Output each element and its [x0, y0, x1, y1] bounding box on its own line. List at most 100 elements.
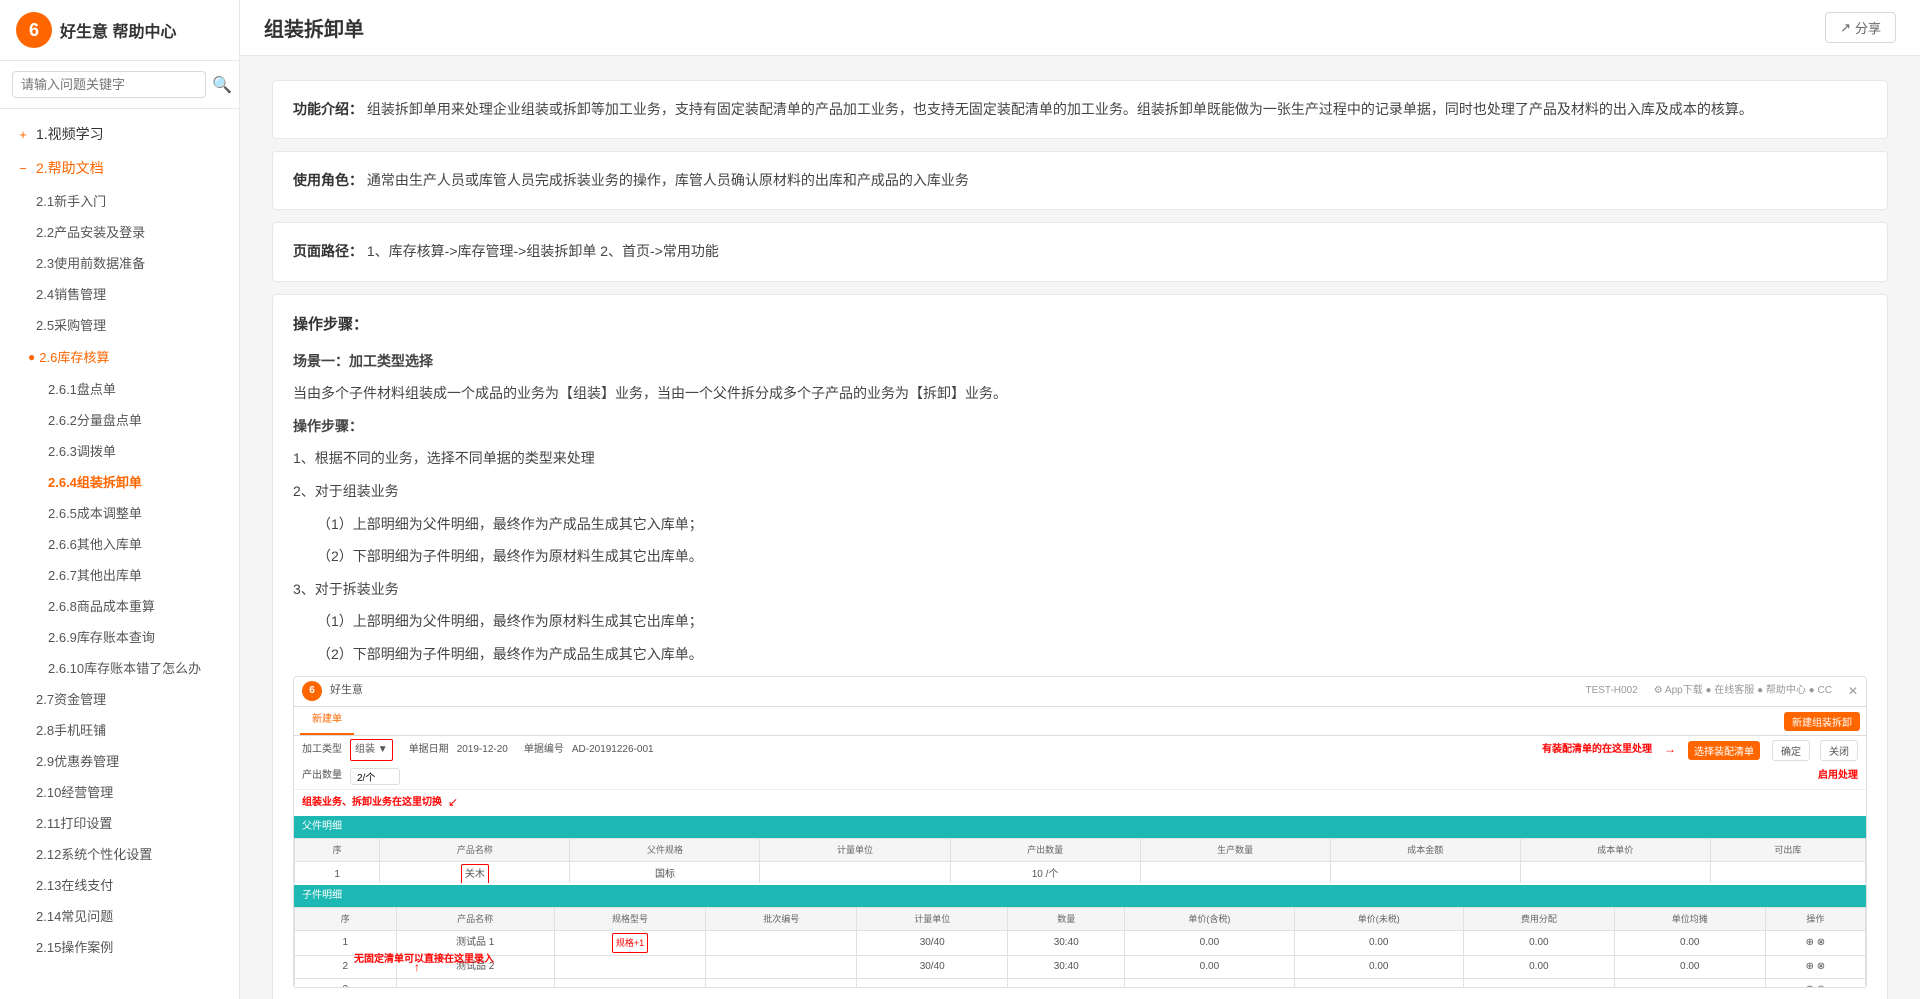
- col-qty: 数量: [1008, 907, 1125, 930]
- sim-header-id: TEST-H002: [1585, 682, 1637, 700]
- col-unit-share: 单位均摊: [1614, 907, 1765, 930]
- col-out-qty: 产出数量: [950, 838, 1140, 861]
- label: 2.6.5成本调整单: [48, 506, 142, 521]
- sidebar-item-data-prep[interactable]: 2.3使用前数据准备: [0, 247, 239, 278]
- table-row: 3⊕ ⊗: [295, 979, 1866, 987]
- func-intro-label: 功能介绍：: [293, 101, 363, 117]
- sim-parent-header: 父件明细: [294, 816, 1866, 838]
- annotation-assembly-list: 有装配清单的在这里处理: [1542, 741, 1652, 759]
- label: 2.6.4组装拆卸单: [48, 475, 142, 490]
- table-row: 1 测试品 1 规格+1 30/40 30:40 0.00 0.00 0.00: [295, 930, 1866, 955]
- annotation-no-fixed-list: 无固定清单可以直接在这里录入: [354, 951, 494, 969]
- label: 2.11打印设置: [36, 816, 112, 831]
- parent-section-label: 父件明细: [302, 818, 342, 836]
- sim-new-btn[interactable]: 新建组装拆卸: [1784, 712, 1860, 731]
- parent-table-header-row: 序 产品名称 父件规格 计量单位 产出数量 生产数量 成本金额 成本单价 可出库: [295, 838, 1866, 861]
- label: 2.9优惠券管理: [36, 754, 119, 769]
- sim-child-table-wrap: 序 产品名称 规格型号 批次编号 计量单位 数量 单价(含税) 单价(未税) 费…: [294, 907, 1866, 987]
- scene1-title-text: 场景一：加工类型选择: [293, 353, 433, 369]
- sim-parent-table-wrap: 序 产品名称 父件规格 计量单位 产出数量 生产数量 成本金额 成本单价 可出库: [294, 838, 1866, 883]
- sidebar-item-help-docs[interactable]: − 2.帮助文档: [0, 151, 239, 185]
- search-bar: 🔍: [0, 61, 239, 109]
- sidebar-item-system-config[interactable]: 2.12系统个性化设置: [0, 838, 239, 869]
- search-input[interactable]: [12, 71, 206, 98]
- share-button[interactable]: ↗ 分享: [1825, 12, 1896, 43]
- sim-qty-input[interactable]: [350, 768, 400, 785]
- sidebar-item-inventory-query[interactable]: 2.6.9库存账本查询: [0, 621, 239, 652]
- sidebar-item-purchase[interactable]: 2.5采购管理: [0, 309, 239, 340]
- share-label: 分享: [1855, 18, 1881, 37]
- sidebar-item-stocktake[interactable]: 2.6.1盘点单: [0, 373, 239, 404]
- label: 2.15操作案例: [36, 940, 113, 955]
- ops-block: 操作步骤： 场景一：加工类型选择 当由多个子件材料组装成一个成品的业务为【组装】…: [272, 294, 1888, 999]
- sim-type-input[interactable]: 组装 ▼: [350, 739, 393, 761]
- col-avail: 可出库: [1710, 838, 1865, 861]
- sim-parent-table: 序 产品名称 父件规格 计量单位 产出数量 生产数量 成本金额 成本单价 可出库: [294, 838, 1866, 883]
- sim-confirm-btn[interactable]: 确定: [1772, 740, 1810, 761]
- sidebar-item-partial-stocktake[interactable]: 2.6.2分量盘点单: [0, 404, 239, 435]
- role-block: 使用角色： 通常由生产人员或库管人员完成拆装业务的操作，库管人员确认原材料的出库…: [272, 151, 1888, 210]
- label: 2.6库存核算: [39, 347, 109, 366]
- scene1-desc: 当由多个子件材料组装成一个成品的业务为【组装】业务，当由一个父件拆分成多个子产品…: [293, 380, 1867, 407]
- step3: 3、对于拆装业务: [293, 576, 1867, 603]
- sidebar-item-finance[interactable]: 2.7资金管理: [0, 683, 239, 714]
- nav-section-1: 1.视频学习: [0, 117, 239, 151]
- sidebar-item-inventory[interactable]: ● 2.6库存核算: [0, 340, 239, 373]
- sim-number-label: 单据编号: [524, 741, 564, 759]
- cell-seq: 1: [295, 861, 380, 882]
- expand-icon-1: [16, 127, 30, 142]
- label: 2.3使用前数据准备: [36, 256, 145, 271]
- label: 2.2产品安装及登录: [36, 225, 145, 240]
- cell-avail: [1710, 861, 1865, 882]
- sidebar-item-other-out[interactable]: 2.6.7其他出库单: [0, 559, 239, 590]
- sidebar-item-faq[interactable]: 2.14常见问题: [0, 900, 239, 931]
- func-intro-text: 组装拆卸单用来处理企业组装或拆卸等加工业务，支持有固定装配清单的产品加工业务，也…: [367, 101, 1753, 117]
- sidebar-item-online-pay[interactable]: 2.13在线支付: [0, 869, 239, 900]
- ops-title: 操作步骤：: [293, 311, 1867, 338]
- annotation-switch: 组装业务、拆卸业务在这里切换: [302, 794, 442, 812]
- table-row: 2 测试品 2 30/40 30:40 0.00 0.00 0.00 0: [295, 956, 1866, 979]
- page-title: 组装拆卸单: [264, 13, 364, 42]
- sidebar-item-cases[interactable]: 2.15操作案例: [0, 931, 239, 962]
- label: 2.6.8商品成本重算: [48, 599, 155, 614]
- sim-number-val: AD-20191226-001: [572, 741, 654, 759]
- sidebar-item-coupon[interactable]: 2.9优惠券管理: [0, 745, 239, 776]
- label: 2.6.3调拨单: [48, 444, 116, 459]
- cell-unit: [760, 861, 950, 882]
- sim-cancel-btn[interactable]: 关闭: [1820, 740, 1858, 761]
- sidebar-item-install-login[interactable]: 2.2产品安装及登录: [0, 216, 239, 247]
- func-intro-block: 功能介绍： 组装拆卸单用来处理企业组装或拆卸等加工业务，支持有固定装配清单的产品…: [272, 80, 1888, 139]
- share-icon: ↗: [1840, 20, 1851, 36]
- table-row: 1 关木 国标 10 /个: [295, 861, 1866, 882]
- nav-tree: 1.视频学习 − 2.帮助文档 2.1新手入门 2.2产品安装及登录 2.3使用…: [0, 109, 239, 999]
- sidebar-item-other-in[interactable]: 2.6.6其他入库单: [0, 528, 239, 559]
- step1: 1、根据不同的业务，选择不同单据的类型来处理: [293, 445, 1867, 472]
- section-label-1: 1.视频学习: [36, 124, 104, 144]
- sidebar-item-new-user[interactable]: 2.1新手入门: [0, 185, 239, 216]
- sim-close-icon[interactable]: ✕: [1848, 681, 1858, 703]
- sim-type-label: 加工类型: [302, 741, 342, 759]
- sidebar-item-inventory-error[interactable]: 2.6.10库存账本错了怎么办: [0, 652, 239, 683]
- cell-name: 关木: [380, 861, 570, 882]
- sidebar-item-assembly[interactable]: 2.6.4组装拆卸单: [0, 466, 239, 497]
- sidebar-item-video-learning[interactable]: 1.视频学习: [0, 117, 239, 151]
- sim-tab-new[interactable]: 新建单: [300, 707, 354, 735]
- sim-select-assembly-btn[interactable]: 选择装配清单: [1688, 741, 1760, 760]
- sidebar: 6 好生意 帮助中心 🔍 1.视频学习 − 2.帮助文档 2.1新手入门: [0, 0, 240, 999]
- col-cost-price: 成本单价: [1520, 838, 1710, 861]
- label: 2.6.1盘点单: [48, 382, 116, 397]
- col-seq: 序: [295, 838, 380, 861]
- sidebar-item-sales[interactable]: 2.4销售管理: [0, 278, 239, 309]
- search-button[interactable]: 🔍: [212, 75, 232, 95]
- sidebar-item-print[interactable]: 2.11打印设置: [0, 807, 239, 838]
- label: 2.7资金管理: [36, 692, 106, 707]
- sim-child-header: 子件明细: [294, 885, 1866, 907]
- sidebar-item-cost-recalc[interactable]: 2.6.8商品成本重算: [0, 590, 239, 621]
- sidebar-item-cost-adjust[interactable]: 2.6.5成本调整单: [0, 497, 239, 528]
- sidebar-item-mobile[interactable]: 2.8手机旺铺: [0, 714, 239, 745]
- sidebar-item-transfer[interactable]: 2.6.3调拨单: [0, 435, 239, 466]
- col-price-notax: 单价(未税): [1294, 907, 1463, 930]
- col-seq2: 序: [295, 907, 397, 930]
- sidebar-item-ops[interactable]: 2.10经营管理: [0, 776, 239, 807]
- nav-sub-items-2: 2.1新手入门 2.2产品安装及登录 2.3使用前数据准备 2.4销售管理 2.…: [0, 185, 239, 962]
